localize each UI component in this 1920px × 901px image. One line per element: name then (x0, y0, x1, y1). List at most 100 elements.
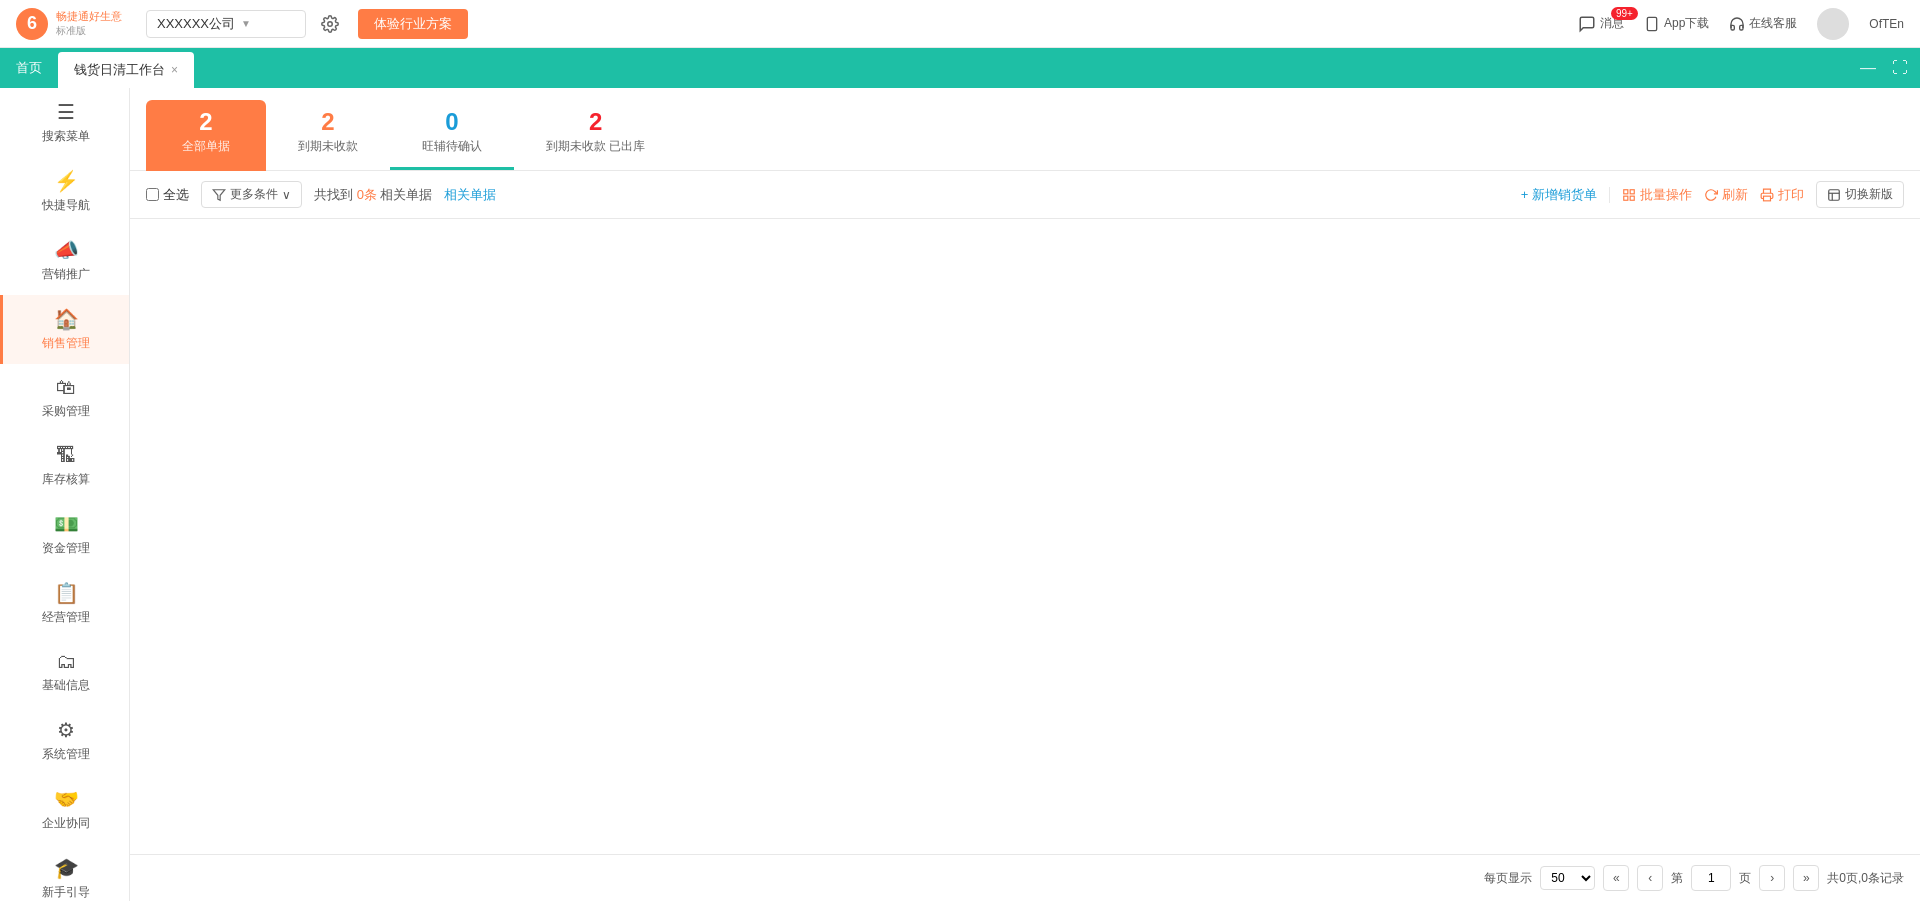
stat-tab-all[interactable]: 2 全部单据 (146, 100, 266, 171)
count-text: 共找到 0条 相关单据 (314, 186, 432, 204)
sidebar-item-sales[interactable]: 🏠 销售管理 (0, 295, 129, 364)
related-button[interactable]: 相关单据 (444, 186, 496, 204)
pagination: 每页显示 50 100 200 « ‹ 第 页 › » 共0页,0条记录 (130, 854, 1920, 901)
next-page-button[interactable]: › (1759, 865, 1785, 891)
sys-manage-icon: ⚙ (57, 718, 75, 742)
per-page-select[interactable]: 50 100 200 (1540, 866, 1595, 890)
first-page-button[interactable]: « (1603, 865, 1629, 891)
sidebar-item-label: 基础信息 (42, 677, 90, 694)
select-all-input[interactable] (146, 188, 159, 201)
avatar (1817, 8, 1849, 40)
sidebar-item-label: 企业协同 (42, 815, 90, 832)
add-sale-order-button[interactable]: + 新增销货单 (1521, 186, 1597, 204)
sidebar-item-funds[interactable]: 💵 资金管理 (0, 500, 129, 569)
sidebar-item-label: 搜索菜单 (42, 128, 90, 145)
tab-expand-icon[interactable]: ⛶ (1888, 55, 1912, 81)
sidebar-item-label: 库存核算 (42, 471, 90, 488)
stat-num-all: 2 (199, 108, 212, 136)
chevron-down-icon: ▼ (241, 18, 251, 29)
svg-point-0 (328, 21, 333, 26)
sidebar-item-operation[interactable]: 📋 经营管理 (0, 569, 129, 638)
print-button[interactable]: 打印 (1760, 186, 1804, 204)
sidebar-item-quick-nav[interactable]: ⚡ 快捷导航 (0, 157, 129, 226)
sidebar-item-label: 经营管理 (42, 609, 90, 626)
last-page-button[interactable]: » (1793, 865, 1819, 891)
coop-icon: 🤝 (54, 787, 79, 811)
tab-home[interactable]: 首页 (0, 48, 58, 88)
app-download-label: App下载 (1664, 15, 1709, 32)
stat-label-shipped: 到期未收款 已出库 (546, 138, 645, 155)
operation-icon: 📋 (54, 581, 79, 605)
message-button[interactable]: 消息 99+ (1578, 15, 1624, 33)
sidebar-item-search-menu[interactable]: ☰ 搜索菜单 (0, 88, 129, 157)
svg-rect-4 (1624, 189, 1628, 193)
stat-label-due: 到期未收款 (298, 138, 358, 155)
funds-icon: 💵 (54, 512, 79, 536)
company-name: XXXXXX公司 (157, 15, 235, 33)
top-header: 6 畅捷通好生意 标准版 XXXXXX公司 ▼ 体验行业方案 消息 99+ Ap… (0, 0, 1920, 48)
svg-rect-6 (1630, 196, 1634, 200)
sidebar-item-purchase[interactable]: 🛍 采购管理 (0, 364, 129, 432)
sidebar-item-guide[interactable]: 🎓 新手引导 (0, 844, 129, 901)
filter-arrow-icon: ∨ (282, 188, 291, 202)
svg-marker-3 (213, 189, 225, 200)
stat-tab-shipped[interactable]: 2 到期未收款 已出库 (514, 100, 677, 170)
tab-minimize-icon[interactable]: — (1856, 55, 1880, 81)
online-service-button[interactable]: 在线客服 (1729, 15, 1797, 32)
logo-text: 畅捷通好生意 (56, 9, 122, 23)
tab-active[interactable]: 钱货日清工作台 × (58, 52, 194, 88)
svg-rect-5 (1630, 189, 1634, 193)
company-selector[interactable]: XXXXXX公司 ▼ (146, 10, 306, 38)
filter-label: 更多条件 (230, 186, 278, 203)
stat-tab-due[interactable]: 2 到期未收款 (266, 100, 390, 170)
svg-rect-1 (1647, 17, 1656, 30)
experience-button[interactable]: 体验行业方案 (358, 9, 468, 39)
sidebar-item-stock[interactable]: 🏗 库存核算 (0, 432, 129, 500)
sidebar-item-marketing[interactable]: 📣 营销推广 (0, 226, 129, 295)
username[interactable]: OfTEn (1869, 17, 1904, 31)
stats-tabs: 2 全部单据 2 到期未收款 0 旺辅待确认 2 到期未收款 已出库 (130, 88, 1920, 171)
select-all-checkbox[interactable]: 全选 (146, 186, 189, 204)
prev-page-button[interactable]: ‹ (1637, 865, 1663, 891)
stat-num-due: 2 (321, 108, 334, 136)
sidebar-item-label: 新手引导 (42, 884, 90, 901)
sidebar-item-label: 系统管理 (42, 746, 90, 763)
app-download-button[interactable]: App下载 (1644, 15, 1709, 32)
search-menu-icon: ☰ (57, 100, 75, 124)
svg-rect-8 (1764, 196, 1771, 201)
sidebar-item-base-info[interactable]: 🗂 基础信息 (0, 638, 129, 706)
sidebar: ☰ 搜索菜单 ⚡ 快捷导航 📣 营销推广 🏠 销售管理 🛍 采购管理 🏗 库存核… (0, 88, 130, 901)
sales-icon: 🏠 (54, 307, 79, 331)
svg-rect-9 (1829, 189, 1840, 200)
divider (1609, 187, 1610, 203)
stat-tab-confirm[interactable]: 0 旺辅待确认 (390, 100, 514, 170)
sidebar-item-label: 营销推广 (42, 266, 90, 283)
header-right: 消息 99+ App下载 在线客服 OfTEn (1578, 8, 1904, 40)
page-label: 第 (1671, 870, 1683, 887)
sidebar-item-coop[interactable]: 🤝 企业协同 (0, 775, 129, 844)
sidebar-item-label: 销售管理 (42, 335, 90, 352)
batch-operation-button[interactable]: 批量操作 (1622, 186, 1692, 204)
online-service-label: 在线客服 (1749, 15, 1797, 32)
stat-label-all: 全部单据 (182, 138, 230, 155)
stat-num-confirm: 0 (445, 108, 458, 136)
logo-icon: 6 (16, 8, 48, 40)
per-page-label: 每页显示 (1484, 870, 1532, 887)
page-number-input[interactable] (1691, 865, 1731, 891)
base-info-icon: 🗂 (56, 650, 76, 673)
filter-button[interactable]: 更多条件 ∨ (201, 181, 302, 208)
sidebar-item-label: 快捷导航 (42, 197, 90, 214)
switch-version-button[interactable]: 切换新版 (1816, 181, 1904, 208)
main-layout: ☰ 搜索菜单 ⚡ 快捷导航 📣 营销推广 🏠 销售管理 🛍 采购管理 🏗 库存核… (0, 88, 1920, 901)
sidebar-item-label: 资金管理 (42, 540, 90, 557)
quick-nav-icon: ⚡ (54, 169, 79, 193)
sidebar-item-sys-manage[interactable]: ⚙ 系统管理 (0, 706, 129, 775)
stat-num-shipped: 2 (589, 108, 602, 136)
tab-close-icon[interactable]: × (171, 63, 178, 77)
refresh-button[interactable]: 刷新 (1704, 186, 1748, 204)
total-info: 共0页,0条记录 (1827, 870, 1904, 887)
stock-icon: 🏗 (56, 444, 76, 467)
logo-badge: 标准版 (56, 24, 122, 38)
settings-button[interactable] (314, 8, 346, 40)
tab-bar: 首页 钱货日清工作台 × — ⛶ (0, 48, 1920, 88)
